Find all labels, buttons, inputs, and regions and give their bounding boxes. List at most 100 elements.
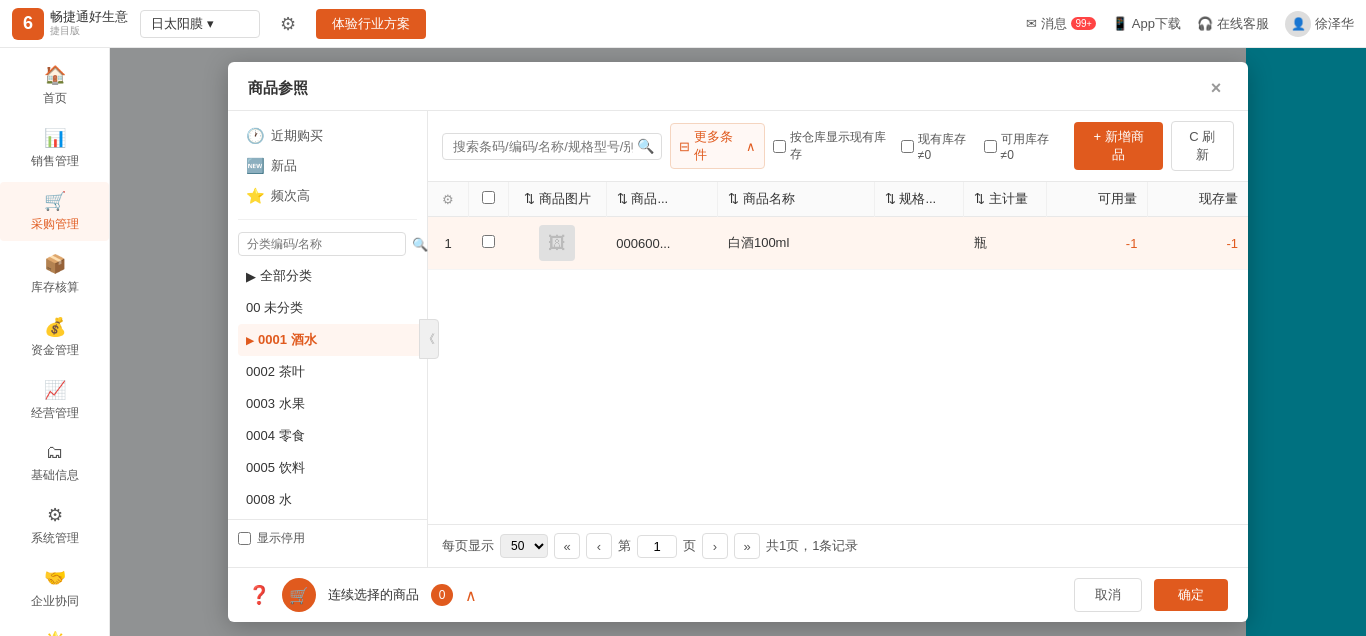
sidebar-item-finance[interactable]: 💰 资金管理 [0,308,109,367]
product-search-input[interactable] [442,133,662,160]
th-avail[interactable]: 可用量 [1047,182,1148,217]
active-arrow-icon: ▶ [246,335,254,346]
selected-label: 连续选择的商品 [328,586,419,604]
help-icon[interactable]: ❓ [248,584,270,606]
cell-spec [874,217,963,270]
warehouse-checkbox[interactable] [773,140,786,153]
checkbox-avail-ne0[interactable]: 可用库存≠0 [984,131,1059,162]
sidebar-label-inventory: 库存核算 [31,279,79,296]
logo-area: 6 畅捷通好生意 捷目版 [12,8,128,40]
row-checkbox[interactable] [482,235,495,248]
sidebar: 🏠 首页 📊 销售管理 🛒 采购管理 📦 库存核算 💰 资金管理 📈 经营管理 … [0,48,110,636]
th-settings[interactable]: ⚙ [428,182,468,217]
nav-store-dropdown[interactable]: 日太阳膜 ▾ [140,10,260,38]
category-search-input[interactable] [238,232,406,256]
avail-ne0-checkbox[interactable] [984,140,997,153]
th-unit[interactable]: ⇅ 主计量 [964,182,1047,217]
cat-0008[interactable]: 0008 水 [238,484,427,516]
collapse-panel-button[interactable]: 《 [419,319,439,359]
nav-user[interactable]: 👤 徐泽华 [1285,11,1354,37]
sidebar-item-enterprise[interactable]: 🤝 企业协同 [0,559,109,618]
refresh-button[interactable]: C 刷新 [1171,121,1234,171]
cat-00[interactable]: 00 未分类 [238,292,427,324]
modal-left-footer: 显示停用 [228,519,427,557]
sidebar-item-inventory[interactable]: 📦 库存核算 [0,245,109,304]
cat-0002[interactable]: 0002 茶叶 [238,356,427,388]
pagination: 每页显示 50 « ‹ 第 页 › » 共1页，1条记录 [428,524,1248,567]
table-row[interactable]: 1 🖼 000600... 白酒100ml 瓶 [428,217,1248,270]
collapse-footer-icon[interactable]: ∧ [465,586,477,605]
prev-page-button[interactable]: ‹ [586,533,612,559]
cat-0004[interactable]: 0004 零食 [238,420,427,452]
chevron-down-icon: ▾ [207,16,214,31]
purchase-icon: 🛒 [44,190,66,212]
sidebar-label-purchase: 采购管理 [31,216,79,233]
select-all-checkbox[interactable] [482,191,495,204]
th-spec[interactable]: ⇅ 规格... [874,182,963,217]
sidebar-label-sales: 销售管理 [31,153,79,170]
sidebar-item-sales[interactable]: 📊 销售管理 [0,119,109,178]
settings-icon[interactable]: ⚙ [272,8,304,40]
product-table-wrap: ⚙ ⇅ 商品图片 ⇅ 商品... [428,182,1248,524]
product-image: 🖼 [539,225,575,261]
divider [238,219,417,220]
total-records: 共1页，1条记录 [766,537,858,555]
modal-left-panel: 🕐 近期购买 🆕 新品 ⭐ 频次高 [228,111,428,567]
gear-icon[interactable]: ⚙ [442,192,454,207]
cell-img: 🖼 [508,217,606,270]
next-page-button[interactable]: › [702,533,728,559]
sidebar-label-system: 系统管理 [31,530,79,547]
checkbox-stock-ne0[interactable]: 现有库存≠0 [901,131,976,162]
logo-sub: 捷目版 [50,24,128,38]
category-search-icon[interactable]: 🔍 [412,237,428,252]
cell-check[interactable] [468,217,508,270]
trial-button[interactable]: 体验行业方案 [316,9,426,39]
sidebar-item-guide[interactable]: 🌟 新手引导 [0,622,109,636]
sidebar-item-home[interactable]: 🏠 首页 [0,56,109,115]
sidebar-item-system[interactable]: ⚙ 系统管理 [0,496,109,555]
show-disabled-checkbox[interactable] [238,532,251,545]
stock-ne0-checkbox[interactable] [901,140,914,153]
checkbox-warehouse[interactable]: 按仓库显示现有库存 [773,129,892,163]
nav-service[interactable]: 🎧 在线客服 [1197,15,1269,33]
cat-0005[interactable]: 0005 饮料 [238,452,427,484]
sidebar-label-home: 首页 [43,90,67,107]
quicklink-new[interactable]: 🆕 新品 [238,151,417,181]
nav-app-download[interactable]: 📱 App下载 [1112,15,1181,33]
th-name[interactable]: ⇅ 商品名称 [718,182,874,217]
filter-button[interactable]: ⊟ 更多条件 ∧ [670,123,765,169]
quicklink-frequent[interactable]: ⭐ 频次高 [238,181,417,211]
modal-close-button[interactable]: × [1204,76,1228,100]
sidebar-label-info: 基础信息 [31,467,79,484]
quicklink-recent[interactable]: 🕐 近期购买 [238,121,417,151]
th-stock[interactable]: 现存量 [1147,182,1248,217]
search-icon[interactable]: 🔍 [637,138,654,154]
logo-icon: 6 [12,8,44,40]
add-product-button[interactable]: + 新增商品 [1074,122,1162,170]
star-icon: ⭐ [246,187,265,205]
clock-icon: 🕐 [246,127,265,145]
nav-message[interactable]: ✉ 消息 99+ [1026,15,1095,33]
page-size-select[interactable]: 50 [500,534,548,558]
cell-avail: -1 [1047,217,1148,270]
cat-0003[interactable]: 0003 水果 [238,388,427,420]
sidebar-item-operations[interactable]: 📈 经营管理 [0,371,109,430]
sort-unit-icon: ⇅ [974,191,985,206]
sidebar-item-info[interactable]: 🗂 基础信息 [0,434,109,492]
system-icon: ⚙ [47,504,63,526]
first-page-button[interactable]: « [554,533,580,559]
page-number-input[interactable] [637,535,677,558]
cell-num: 1 [428,217,468,270]
operations-icon: 📈 [44,379,66,401]
th-code[interactable]: ⇅ 商品... [606,182,718,217]
headset-icon: 🎧 [1197,16,1213,31]
last-page-button[interactable]: » [734,533,760,559]
cancel-button[interactable]: 取消 [1074,578,1142,612]
cart-icon[interactable]: 🛒 [282,578,316,612]
sort-code-icon: ⇅ [617,191,628,206]
sidebar-item-purchase[interactable]: 🛒 采购管理 [0,182,109,241]
confirm-button[interactable]: 确定 [1154,579,1228,611]
cat-all[interactable]: ▶ 全部分类 [238,260,427,292]
cat-0001[interactable]: ▶ 0001 酒水 [238,324,427,356]
message-badge: 99+ [1071,17,1095,30]
